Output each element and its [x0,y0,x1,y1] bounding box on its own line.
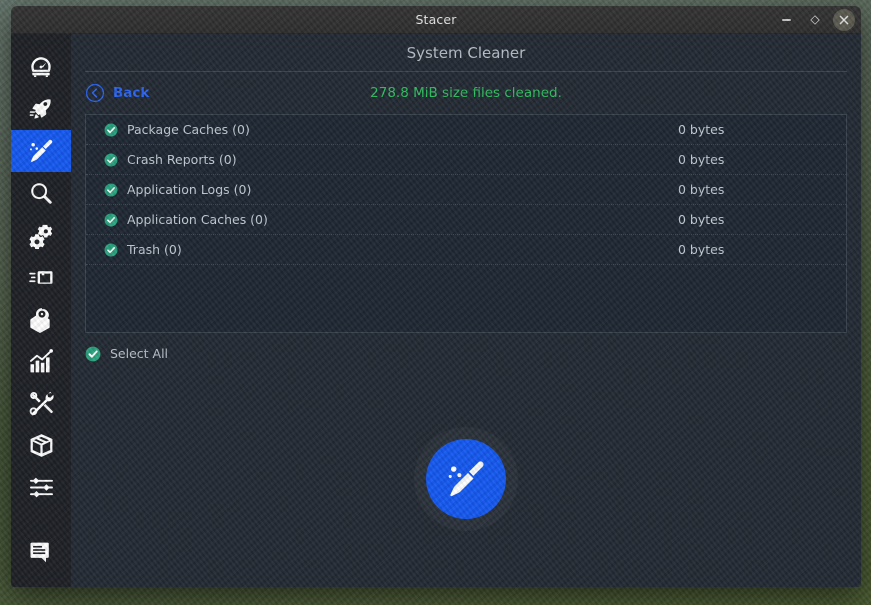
row-size: 0 bytes [678,182,725,197]
rocket-icon [29,99,51,119]
select-all-label: Select All [110,346,169,361]
sliders-icon [29,477,53,497]
close-icon [839,15,849,25]
row-checkbox[interactable] [104,153,118,167]
stacer-window: Stacer System Cleaner Back 278.8 MiB siz… [11,6,861,587]
tools-icon [29,391,54,415]
row-checkbox[interactable] [104,213,118,227]
row-label: Package Caches (0) [127,122,250,137]
table-row[interactable]: Application Caches (0) 0 bytes [86,205,846,235]
page-title: System Cleaner [406,43,526,62]
maximize-button[interactable] [804,9,826,31]
window-title: Stacer [415,12,457,27]
broom-icon [29,139,53,162]
message-icon [30,542,49,563]
package-box-icon [30,433,52,457]
back-label: Back [113,85,150,101]
broom-icon [448,461,484,496]
check-circle-icon [104,123,118,136]
back-button[interactable]: Back [85,83,149,103]
sidebar-item-system-cleaner[interactable] [11,130,71,172]
magnifier-icon [31,183,52,204]
sidebar-item-resources[interactable] [11,340,71,382]
sidebar-item-settings[interactable] [11,466,71,508]
sidebar-item-help[interactable] [11,531,71,573]
select-all-checkbox[interactable]: Select All [85,346,168,362]
row-label: Crash Reports (0) [127,152,237,167]
table-row[interactable]: Crash Reports (0) 0 bytes [86,145,846,175]
list-empty-space [86,265,846,332]
chevron-left-circle-icon [85,83,105,103]
check-circle-icon [104,153,118,166]
table-row[interactable]: Application Logs (0) 0 bytes [86,175,846,205]
row-size: 0 bytes [678,242,725,257]
sidebar [11,34,71,587]
window-controls [775,6,855,34]
row-checkbox[interactable] [104,183,118,197]
sidebar-item-dashboard[interactable] [11,46,71,88]
row-checkbox[interactable] [104,243,118,257]
sidebar-item-services[interactable] [11,214,71,256]
check-circle-icon [104,243,118,256]
check-circle-icon [104,213,118,226]
check-circle-icon [104,183,118,196]
sidebar-item-packages[interactable] [11,424,71,466]
toolbar: Back 278.8 MiB size files cleaned. [71,72,861,114]
minimize-button[interactable] [775,9,797,31]
row-checkbox[interactable] [104,123,118,137]
row-label: Application Caches (0) [127,212,268,227]
action-area [71,371,861,588]
desktop-background: Stacer System Cleaner Back 278.8 MiB siz… [0,0,871,605]
window-titlebar[interactable]: Stacer [11,6,861,34]
cleaner-list: Package Caches (0) 0 bytes Crash Reports… [85,114,847,333]
sidebar-item-uninstaller[interactable] [11,298,71,340]
select-all-bar: Select All [71,337,861,371]
clean-status-message: 278.8 MiB size files cleaned. [370,85,562,101]
window-body: System Cleaner Back 278.8 MiB size files… [11,34,861,587]
disk-icon [29,307,50,333]
sidebar-item-startup-apps[interactable] [11,88,71,130]
bar-chart-icon [29,348,53,372]
card-stack-icon [28,270,53,284]
row-label: Application Logs (0) [127,182,252,197]
row-size: 0 bytes [678,122,725,137]
page-header: System Cleaner [85,34,847,72]
row-size: 0 bytes [678,212,725,227]
close-button[interactable] [833,9,855,31]
content-area: System Cleaner Back 278.8 MiB size files… [71,34,861,587]
sidebar-item-search[interactable] [11,172,71,214]
dashboard-gauge-icon [31,57,51,77]
row-label: Trash (0) [127,242,182,257]
gears-icon [28,224,52,249]
sidebar-item-processes[interactable] [11,256,71,298]
table-row[interactable]: Trash (0) 0 bytes [86,235,846,265]
row-size: 0 bytes [678,152,725,167]
table-row[interactable]: Package Caches (0) 0 bytes [86,115,846,145]
sidebar-item-tools[interactable] [11,382,71,424]
clean-button[interactable] [426,438,506,519]
check-circle-icon [85,346,101,361]
